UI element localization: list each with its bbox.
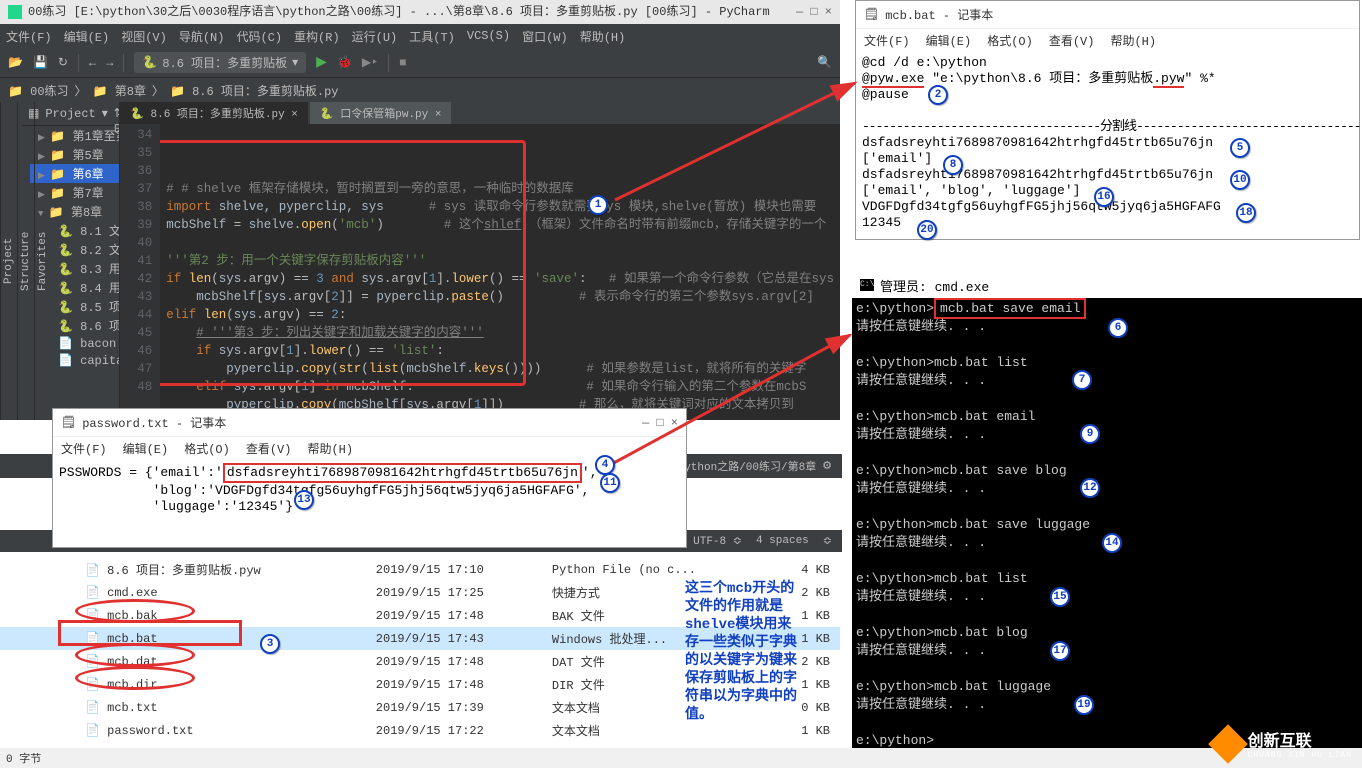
stop-icon[interactable]: ■ xyxy=(399,56,406,70)
notepad-pwd-content[interactable]: PSSWORDS = {'email':'dsfadsreyhti7689870… xyxy=(53,459,686,519)
file-row[interactable]: 📄 8.6 项目：多重剪贴板.pyw2019/9/15 17:10Python … xyxy=(0,558,840,581)
bubble-17: 17 xyxy=(1050,641,1070,661)
annotation-box-bat xyxy=(58,620,242,646)
window-controls[interactable]: — □ × xyxy=(796,0,832,24)
pycharm-titlebar: 00练习 [E:\python\30之后\0030程序语言\python之路\0… xyxy=(0,0,840,24)
back-icon[interactable]: ← xyxy=(89,56,96,70)
run-button[interactable]: ▶ xyxy=(316,54,327,71)
sidebar-tool-tabs[interactable]: Project Structure Favorites xyxy=(0,102,22,420)
cmd-icon: C:\ xyxy=(860,279,874,291)
save-icon[interactable]: 💾 xyxy=(33,55,48,70)
menu-item[interactable]: 文件(F) xyxy=(6,28,52,45)
bubble-7: 7 xyxy=(1072,370,1092,390)
bubble-16: 16 xyxy=(1094,187,1114,207)
bubble-6: 6 xyxy=(1108,318,1128,338)
bubble-10: 10 xyxy=(1230,170,1250,190)
bubble-15: 15 xyxy=(1050,587,1070,607)
menu-item[interactable]: 编辑(E) xyxy=(123,440,169,457)
menu-item[interactable]: 工具(T) xyxy=(409,28,455,45)
menu-item[interactable]: 帮助(H) xyxy=(307,440,353,457)
bubble-8: 8 xyxy=(943,155,963,175)
bubble-18: 18 xyxy=(1236,203,1256,223)
bubble-13: 13 xyxy=(294,490,314,510)
cmd-title: 管理员: cmd.exe xyxy=(880,276,989,295)
bubble-20: 20 xyxy=(917,220,937,240)
pycharm-toolbar[interactable]: 📂 💾 ↻ ← → 🐍 8.6 项目：多重剪贴板 ▾ ▶ 🐞 ▶‣ ■ 🔍 xyxy=(0,48,840,78)
arrow-code-to-cmd xyxy=(605,330,865,470)
brand-logo: 创新互联CHUANG XIN HU LIAN xyxy=(1214,727,1352,760)
cmd-titlebar: C:\ 管理员: cmd.exe xyxy=(852,272,1362,298)
menu-item[interactable]: 文件(F) xyxy=(61,440,107,457)
structure-tooltab[interactable]: Structure xyxy=(17,102,34,420)
bubble-19: 19 xyxy=(1074,695,1094,715)
menu-item[interactable]: 查看(V) xyxy=(1049,32,1095,49)
menu-item[interactable]: 导航(N) xyxy=(179,28,225,45)
notepad-pwd-titlebar: 🗒 password.txt - 记事本 — □ × xyxy=(53,409,686,437)
notepad-bat-menubar[interactable]: 文件(F) 编辑(E) 格式(O) 查看(V) 帮助(H) xyxy=(856,29,1359,51)
pycharm-menubar[interactable]: 文件(F) 编辑(E) 视图(V) 导航(N) 代码(C) 重构(R) 运行(U) 工具(T)… xyxy=(0,24,840,48)
search-icon[interactable]: 🔍 xyxy=(817,55,832,70)
fwd-icon[interactable]: → xyxy=(106,56,113,70)
annotation-circle-dir xyxy=(75,666,195,690)
editor-tab[interactable]: 🐍 口令保管箱pw.py × xyxy=(310,102,452,124)
menu-item[interactable]: 视图(V) xyxy=(121,28,167,45)
project-tooltab[interactable]: Project xyxy=(0,102,17,420)
bubble-1: 1 xyxy=(588,195,608,215)
menu-item[interactable]: 运行(U) xyxy=(352,28,398,45)
menu-item[interactable]: 重构(R) xyxy=(294,28,340,45)
menu-item[interactable]: 窗口(W) xyxy=(522,28,568,45)
bubble-12: 12 xyxy=(1080,478,1100,498)
menu-item[interactable]: 格式(O) xyxy=(987,32,1033,49)
notepad-bat-content[interactable]: @cd /d e:\python @pyw.exe "e:\python\8.6… xyxy=(856,51,1359,235)
menu-item[interactable]: 格式(O) xyxy=(184,440,230,457)
pycharm-icon xyxy=(8,5,22,19)
menu-item[interactable]: 编辑(E) xyxy=(64,28,110,45)
pycharm-title: 00练习 [E:\python\30之后\0030程序语言\python之路\0… xyxy=(28,0,770,24)
notepad-icon: 🗒 xyxy=(61,415,76,430)
menu-item[interactable]: 代码(C) xyxy=(236,28,282,45)
open-icon[interactable]: 📂 xyxy=(8,55,23,70)
menu-item[interactable]: 帮助(H) xyxy=(580,28,626,45)
explorer-statusbar: 0 字节 xyxy=(0,748,1362,768)
arrow-code-to-bat xyxy=(610,75,870,205)
cmd-window: C:\ 管理员: cmd.exe e:\python>mcb.bat save … xyxy=(852,272,1362,767)
menu-item[interactable]: 编辑(E) xyxy=(926,32,972,49)
editor-tab[interactable]: 🐍 8.6 项目：多重剪贴板.py × xyxy=(120,102,308,124)
bubble-2: 2 xyxy=(928,85,948,105)
more-icon[interactable]: ▶‣ xyxy=(362,55,378,70)
debug-button[interactable]: 🐞 xyxy=(337,55,352,70)
menu-item[interactable]: 查看(V) xyxy=(246,440,292,457)
bubble-11: 11 xyxy=(600,473,620,493)
notepad-bat-titlebar: 🗒 mcb.bat - 记事本 xyxy=(856,1,1359,29)
bubble-9: 9 xyxy=(1080,424,1100,444)
menu-item[interactable]: 帮助(H) xyxy=(1110,32,1156,49)
bubble-5: 5 xyxy=(1230,138,1250,158)
bubble-14: 14 xyxy=(1102,533,1122,553)
notepad-pwd-title: password.txt - 记事本 xyxy=(82,414,226,431)
notepad-pwd-window: 🗒 password.txt - 记事本 — □ × 文件(F) 编辑(E) 格式(… xyxy=(52,408,687,548)
notepad-icon: 🗒 xyxy=(864,7,879,22)
cmd-content[interactable]: e:\python>mcb.bat save email请按任意键继续. . .… xyxy=(852,298,1362,752)
notepad-pwd-menubar[interactable]: 文件(F) 编辑(E) 格式(O) 查看(V) 帮助(H) xyxy=(53,437,686,459)
refresh-icon[interactable]: ↻ xyxy=(58,55,68,70)
notepad-bat-title: mcb.bat - 记事本 xyxy=(885,6,993,23)
annotation-circle-dat xyxy=(75,643,195,667)
favorites-tooltab[interactable]: Favorites xyxy=(34,102,51,420)
run-config[interactable]: 🐍 8.6 项目：多重剪贴板 ▾ xyxy=(134,52,306,73)
bubble-3: 3 xyxy=(260,634,280,654)
gutter: 34 35 36 37 38 39 40 41 42 43 44 45 46 4… xyxy=(120,124,160,434)
blue-annotation-text: 这三个mcb开头的文件的作用就是shelve模块用来存一些类似于字典的以关键字为… xyxy=(685,580,805,724)
menu-item[interactable]: VCS(S) xyxy=(467,29,510,43)
brand-logo-icon xyxy=(1208,724,1248,764)
bubble-4: 4 xyxy=(595,455,615,475)
annotation-box-1 xyxy=(160,140,526,386)
menu-item[interactable]: 文件(F) xyxy=(864,32,910,49)
